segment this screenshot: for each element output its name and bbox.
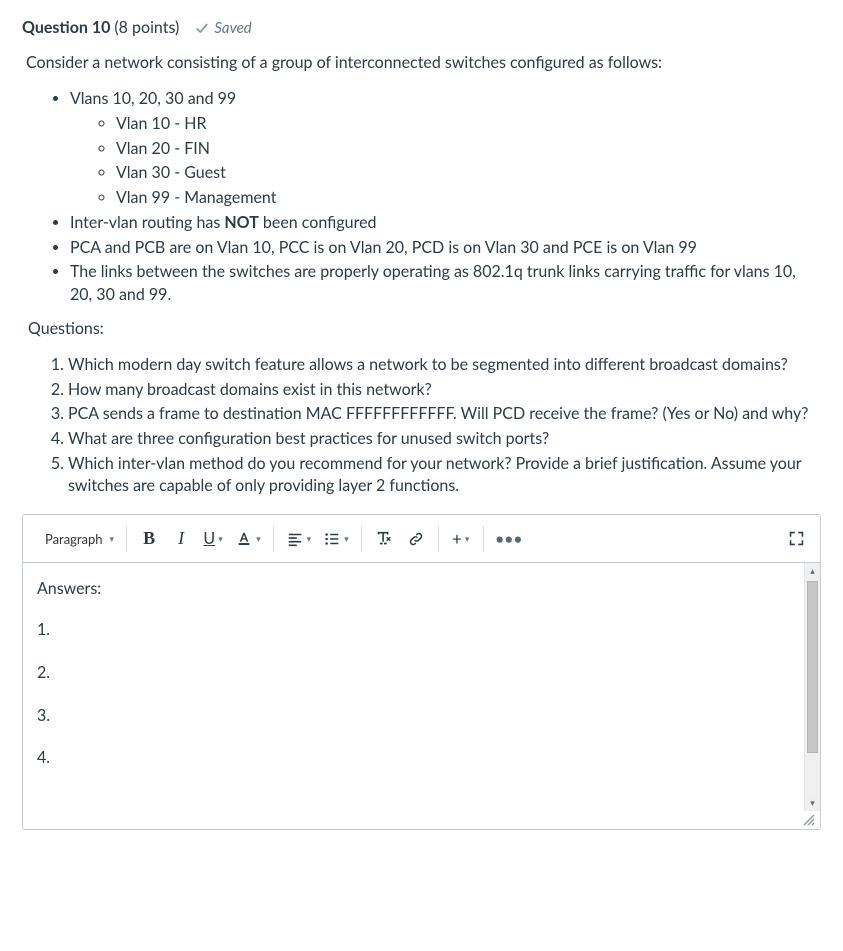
clear-format-icon <box>375 530 393 548</box>
rich-text-editor: Paragraph ▾ B I U ▾ ▾ ▾ ▾ <box>22 514 821 830</box>
resize-grip-icon <box>802 813 816 827</box>
bold-button[interactable]: B <box>133 523 165 555</box>
chevron-down-icon: ▾ <box>218 533 223 545</box>
italic-button[interactable]: I <box>165 523 197 555</box>
chevron-down-icon: ▾ <box>344 533 349 545</box>
block-format-select[interactable]: Paragraph ▾ <box>31 523 120 555</box>
vlan-summary: Vlans 10, 20, 30 and 99 <box>70 89 236 108</box>
separator <box>361 526 362 552</box>
separator <box>273 526 274 552</box>
list-item: Vlan 10 - HR <box>116 113 821 136</box>
separator <box>438 526 439 552</box>
list-item: The links between the switches are prope… <box>70 261 821 306</box>
chevron-down-icon: ▾ <box>307 533 312 545</box>
plus-glyph: + <box>452 528 462 549</box>
questions-list: Which modern day switch feature allows a… <box>26 354 821 498</box>
underline-button[interactable]: U ▾ <box>197 523 229 555</box>
list-item: Vlan 30 - Guest <box>116 162 821 185</box>
text-color-button[interactable]: ▾ <box>229 523 267 555</box>
questions-heading: Questions: <box>28 317 821 340</box>
link-button[interactable] <box>400 523 432 555</box>
ellipsis-icon: ••• <box>496 530 523 547</box>
scroll-up-icon[interactable]: ▴ <box>805 563 820 579</box>
list-item: PCA sends a frame to destination MAC FFF… <box>68 403 821 426</box>
underline-glyph: U <box>203 529 215 548</box>
chevron-down-icon: ▾ <box>110 533 115 545</box>
resize-handle[interactable] <box>23 811 820 829</box>
saved-indicator: Saved <box>195 19 251 37</box>
text: been configured <box>259 213 377 232</box>
fullscreen-button[interactable] <box>780 523 812 555</box>
list-item: Which modern day switch feature allows a… <box>68 354 821 377</box>
list-item: Inter-vlan routing has NOT been configur… <box>70 212 821 235</box>
list-item: Vlans 10, 20, 30 and 99 Vlan 10 - HR Vla… <box>70 88 821 210</box>
fullscreen-icon <box>788 530 805 547</box>
answer-line: 1. <box>37 620 790 641</box>
question-stem: Consider a network consisting of a group… <box>26 51 821 498</box>
list-item: PCA and PCB are on Vlan 10, PCC is on Vl… <box>70 237 821 260</box>
text: Inter-vlan routing has <box>70 213 224 232</box>
answer-line: 4. <box>37 748 790 769</box>
more-button[interactable]: ••• <box>490 523 529 555</box>
saved-label: Saved <box>214 19 251 37</box>
vlan-sublist: Vlan 10 - HR Vlan 20 - FIN Vlan 30 - Gue… <box>70 113 821 210</box>
align-left-icon <box>286 530 304 548</box>
question-points: (8 points) <box>114 18 179 37</box>
paragraph-label: Paragraph <box>37 531 107 547</box>
not-emphasis: NOT <box>224 213 258 232</box>
question-header: Question 10 (8 points) Saved <box>22 18 821 37</box>
scrollbar[interactable]: ▴ ▾ <box>804 563 820 811</box>
separator <box>483 526 484 552</box>
bold-glyph: B <box>143 528 155 549</box>
italic-glyph: I <box>178 528 184 549</box>
link-icon <box>407 530 425 548</box>
editor-toolbar: Paragraph ▾ B I U ▾ ▾ ▾ ▾ <box>23 515 820 563</box>
answers-heading: Answers: <box>37 579 790 600</box>
scroll-thumb[interactable] <box>807 581 818 753</box>
config-list: Vlans 10, 20, 30 and 99 Vlan 10 - HR Vla… <box>26 88 821 306</box>
checkmark-icon <box>195 21 209 35</box>
list-item: Which inter-vlan method do you recommend… <box>68 453 821 498</box>
list-item: Vlan 20 - FIN <box>116 138 821 161</box>
text-color-icon <box>235 530 253 548</box>
answer-line: 3. <box>37 706 790 727</box>
question-number: Question 10 <box>22 18 110 37</box>
insert-button[interactable]: + ▾ <box>445 523 477 555</box>
chevron-down-icon: ▾ <box>465 533 470 545</box>
scroll-down-icon[interactable]: ▾ <box>805 795 820 811</box>
chevron-down-icon: ▾ <box>256 533 261 545</box>
list-item: How many broadcast domains exist in this… <box>68 379 821 402</box>
list-button[interactable]: ▾ <box>317 523 355 555</box>
list-item: What are three configuration best practi… <box>68 428 821 451</box>
separator <box>126 526 127 552</box>
align-button[interactable]: ▾ <box>280 523 318 555</box>
bullet-list-icon <box>323 530 341 548</box>
list-item: Vlan 99 - Management <box>116 187 821 210</box>
editor-content-area[interactable]: Answers: 1. 2. 3. 4. <box>23 563 804 811</box>
clear-formatting-button[interactable] <box>368 523 400 555</box>
stem-intro: Consider a network consisting of a group… <box>26 51 821 74</box>
answer-line: 2. <box>37 663 790 684</box>
